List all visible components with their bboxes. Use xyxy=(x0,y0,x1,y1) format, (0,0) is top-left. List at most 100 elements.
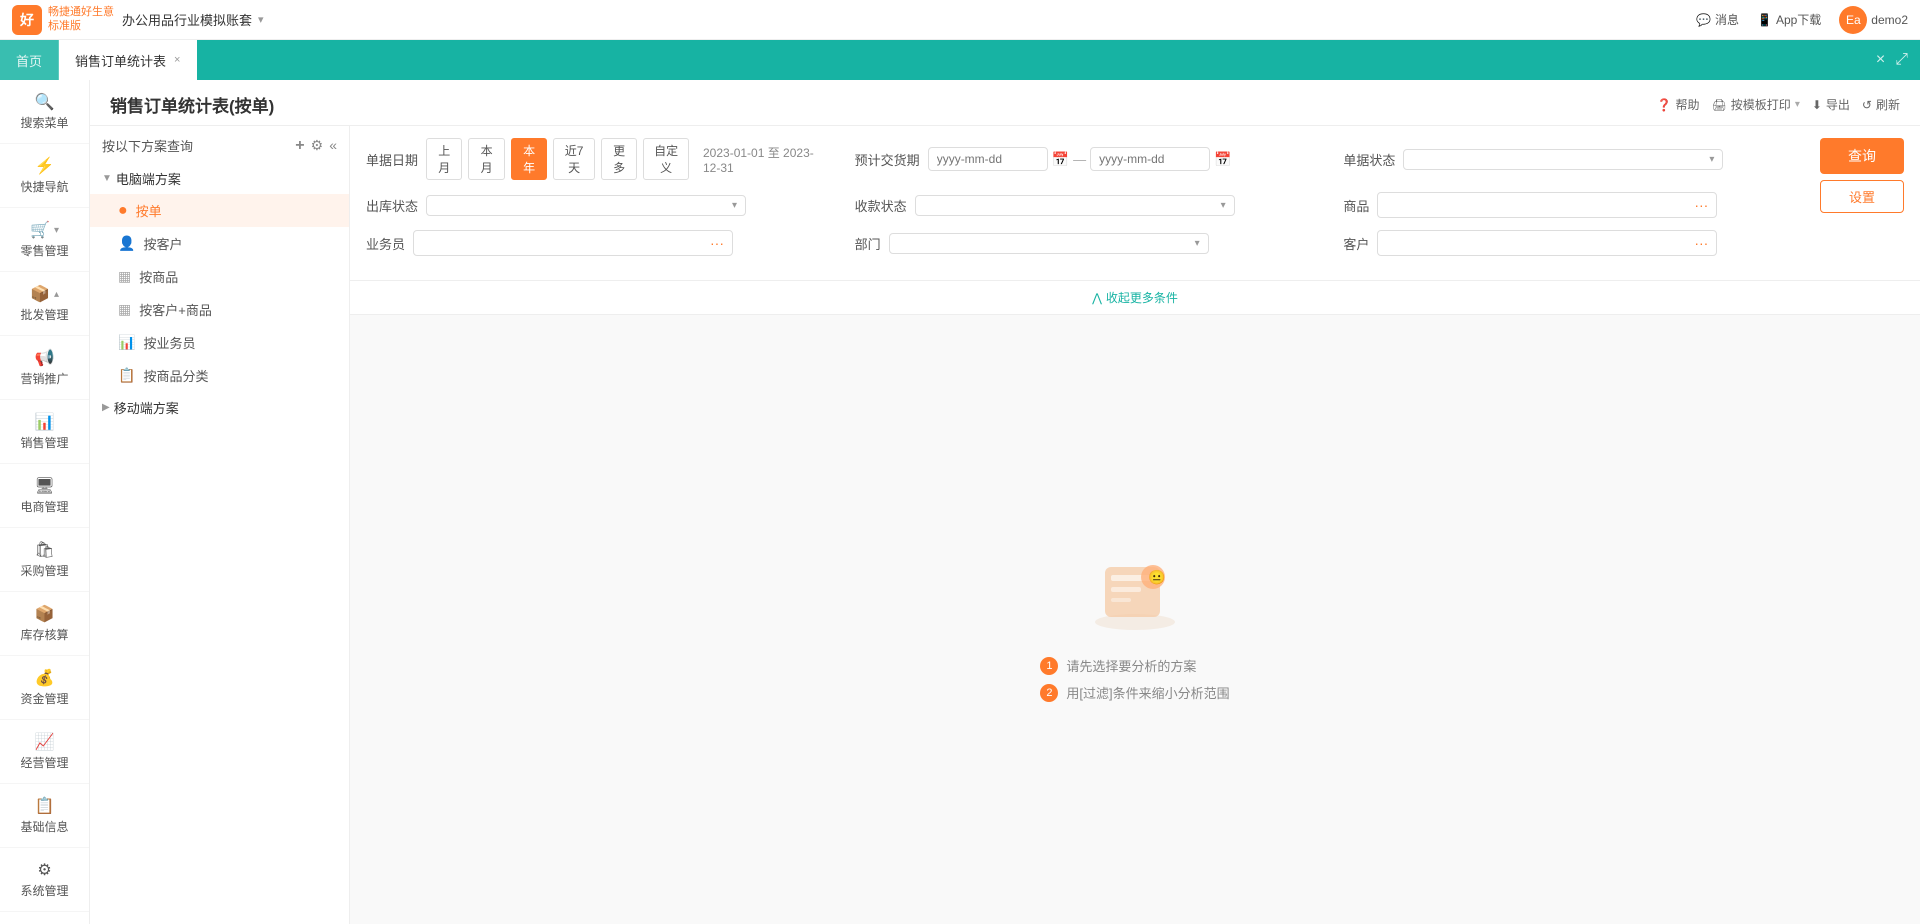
app-title-area[interactable]: 办公用品行业模拟账套 ▾ xyxy=(122,10,264,29)
tab-bar-window-controls: × ⤢ xyxy=(1876,40,1920,80)
print-template-button[interactable]: 🖨 按模板打印 ▾ xyxy=(1712,96,1800,113)
by-customer-icon: 👤 xyxy=(118,235,135,252)
tab-sales-order-stats[interactable]: 销售订单统计表 × xyxy=(59,40,197,80)
query-button[interactable]: 查询 xyxy=(1820,138,1904,174)
user-area[interactable]: Ea demo2 xyxy=(1839,6,1908,34)
scheme-item-by-salesperson[interactable]: 📊 按业务员 xyxy=(90,326,349,359)
date-picker-group: 上月 本月 本年 近7天 更多 自定义 xyxy=(426,138,689,180)
sidebar-item-quicknav[interactable]: ⚡ 快捷导航 xyxy=(0,144,89,208)
bill-status-chevron-icon: ▾ xyxy=(1709,154,1714,165)
payment-status-label: 收款状态 xyxy=(855,196,907,215)
sidebar-item-search[interactable]: 🔍 搜索菜单 xyxy=(0,80,89,144)
window-restore-icon[interactable]: ⤢ xyxy=(1895,51,1908,69)
goods-more-icon[interactable]: ··· xyxy=(1694,197,1708,213)
tab-home[interactable]: 首页 xyxy=(0,40,59,80)
sidebar-item-inventory[interactable]: 📦 库存核算 xyxy=(0,592,89,656)
department-label: 部门 xyxy=(855,234,881,253)
payment-status-chevron-icon: ▾ xyxy=(1221,200,1226,211)
logo-icon: 好 xyxy=(12,5,42,35)
calendar-start-icon[interactable]: 📅 xyxy=(1052,151,1069,168)
by-category-icon: 📋 xyxy=(118,367,135,384)
settings-button[interactable]: 设置 xyxy=(1820,180,1904,213)
scheme-settings-icon[interactable]: ⚙ xyxy=(311,137,324,155)
date-btn-custom[interactable]: 自定义 xyxy=(643,138,689,180)
print-chevron-icon: ▾ xyxy=(1795,99,1800,110)
retail-expand-icon: ▾ xyxy=(54,225,59,236)
sidebar-item-wholesale[interactable]: 📦 ▴ 批发管理 xyxy=(0,272,89,336)
scheme-item-by-customer[interactable]: 👤 按客户 xyxy=(90,227,349,260)
purchase-icon: 🛍 xyxy=(34,540,54,560)
filter-section: 单据日期 上月 本月 本年 近7天 更多 自定义 xyxy=(350,126,1920,315)
empty-hint-2: 2 用[过滤]条件来缩小分析范围 xyxy=(1040,683,1229,702)
app-title: 办公用品行业模拟账套 xyxy=(122,10,252,29)
app-download-button[interactable]: 📱 App下载 xyxy=(1757,11,1821,28)
help-button[interactable]: ❓ 帮助 xyxy=(1657,96,1700,113)
salesperson-more-icon[interactable]: ··· xyxy=(710,235,724,251)
filter-inner: 单据日期 上月 本月 本年 近7天 更多 自定义 xyxy=(350,126,1920,280)
date-btn-this-month[interactable]: 本月 xyxy=(468,138,504,180)
date-btn-more[interactable]: 更多 xyxy=(601,138,637,180)
refresh-button[interactable]: ↺ 刷新 xyxy=(1862,96,1900,113)
scheme-item-by-order[interactable]: ● 按单 xyxy=(90,194,349,227)
business-icon: 📈 xyxy=(35,732,55,752)
scheme-item-by-product[interactable]: ▦ 按商品 xyxy=(90,260,349,293)
collapse-bar[interactable]: ⋀ 收起更多条件 xyxy=(350,280,1920,314)
sidebar-item-business[interactable]: 📈 经营管理 xyxy=(0,720,89,784)
salesperson-select[interactable]: ··· xyxy=(413,230,733,256)
sidebar-item-basic[interactable]: 📋 基础信息 xyxy=(0,784,89,848)
page-header-actions: ❓ 帮助 🖨 按模板打印 ▾ ⬇ 导出 ↺ 刷新 xyxy=(1657,96,1900,113)
sidebar-item-retail[interactable]: 🛒 ▾ 零售管理 xyxy=(0,208,89,272)
expected-delivery-end-input[interactable] xyxy=(1090,147,1210,171)
main-layout: 🔍 搜索菜单 ⚡ 快捷导航 🛒 ▾ 零售管理 📦 ▴ 批发管理 📢 营销推广 xyxy=(0,80,1920,924)
date-btn-last-month[interactable]: 上月 xyxy=(426,138,462,180)
sidebar-item-enterprise[interactable]: 🤝 企业协同 xyxy=(0,912,89,924)
scheme-item-by-category[interactable]: 📋 按商品分类 xyxy=(90,359,349,392)
sidebar-item-finance[interactable]: 💰 资金管理 xyxy=(0,656,89,720)
filter-form: 单据日期 上月 本月 本年 近7天 更多 自定义 xyxy=(350,126,1820,280)
inventory-icon: 📦 xyxy=(35,604,55,624)
scheme-item-by-customer-product[interactable]: ▦ 按客户+商品 xyxy=(90,293,349,326)
scheme-collapse-icon[interactable]: « xyxy=(329,137,337,155)
window-close-icon[interactable]: × xyxy=(1876,51,1885,69)
message-button[interactable]: 💬 消息 xyxy=(1696,11,1739,28)
top-bar-left: 好 畅捷通好生意 标准版 办公用品行业模拟账套 ▾ xyxy=(12,5,264,35)
delivery-status-select[interactable]: ▾ xyxy=(426,195,746,216)
sidebar-item-marketing[interactable]: 📢 营销推广 xyxy=(0,336,89,400)
sidebar-item-system[interactable]: ⚙ 系统管理 xyxy=(0,848,89,912)
customer-more-icon[interactable]: ··· xyxy=(1694,235,1708,251)
date-btn-7days[interactable]: 近7天 xyxy=(553,138,595,180)
sidebar-item-purchase[interactable]: 🛍 采购管理 xyxy=(0,528,89,592)
date-btn-this-year[interactable]: 本年 xyxy=(511,138,547,180)
expected-delivery-start-input[interactable] xyxy=(928,147,1048,171)
delivery-status-chevron-icon: ▾ xyxy=(732,200,737,211)
department-select[interactable]: ▾ xyxy=(889,233,1209,254)
goods-label: 商品 xyxy=(1343,196,1369,215)
empty-hints: 1 请先选择要分析的方案 2 用[过滤]条件来缩小分析范围 xyxy=(1040,656,1229,702)
calendar-end-icon[interactable]: 📅 xyxy=(1214,151,1231,168)
customer-group: 客户 ··· xyxy=(1343,230,1804,256)
wholesale-expand-icon: ▴ xyxy=(54,289,59,300)
scheme-panel-title: 按以下方案查询 xyxy=(102,136,289,155)
scheme-add-icon[interactable]: + xyxy=(295,137,304,155)
sidebar: 🔍 搜索菜单 ⚡ 快捷导航 🛒 ▾ 零售管理 📦 ▴ 批发管理 📢 营销推广 xyxy=(0,80,90,924)
scheme-panel-header: 按以下方案查询 + ⚙ « xyxy=(90,136,349,163)
scheme-group-pc[interactable]: ▼ 电脑端方案 xyxy=(90,163,349,194)
goods-group: 商品 ··· xyxy=(1343,192,1804,218)
customer-label: 客户 xyxy=(1343,234,1369,253)
app-title-chevron[interactable]: ▾ xyxy=(258,13,264,26)
sidebar-item-sales[interactable]: 📊 销售管理 xyxy=(0,400,89,464)
by-order-icon: ● xyxy=(118,202,128,220)
customer-select[interactable]: ··· xyxy=(1377,230,1717,256)
export-button[interactable]: ⬇ 导出 xyxy=(1812,96,1850,113)
bill-status-select[interactable]: ▾ xyxy=(1403,149,1723,170)
right-content: 单据日期 上月 本月 本年 近7天 更多 自定义 xyxy=(350,126,1920,924)
bill-status-group: 单据状态 ▾ xyxy=(1343,149,1804,170)
refresh-icon: ↺ xyxy=(1862,98,1872,112)
empty-state: 😐 1 请先选择要分析的方案 2 用[过滤]条件来缩小分析范围 xyxy=(350,315,1920,924)
goods-select[interactable]: ··· xyxy=(1377,192,1717,218)
action-side: 查询 设置 xyxy=(1820,126,1920,280)
payment-status-select[interactable]: ▾ xyxy=(915,195,1235,216)
scheme-group-mobile[interactable]: ▶ 移动端方案 xyxy=(90,392,349,423)
sidebar-item-ecommerce[interactable]: 🖥 电商管理 xyxy=(0,464,89,528)
tab-close-icon[interactable]: × xyxy=(174,54,180,66)
